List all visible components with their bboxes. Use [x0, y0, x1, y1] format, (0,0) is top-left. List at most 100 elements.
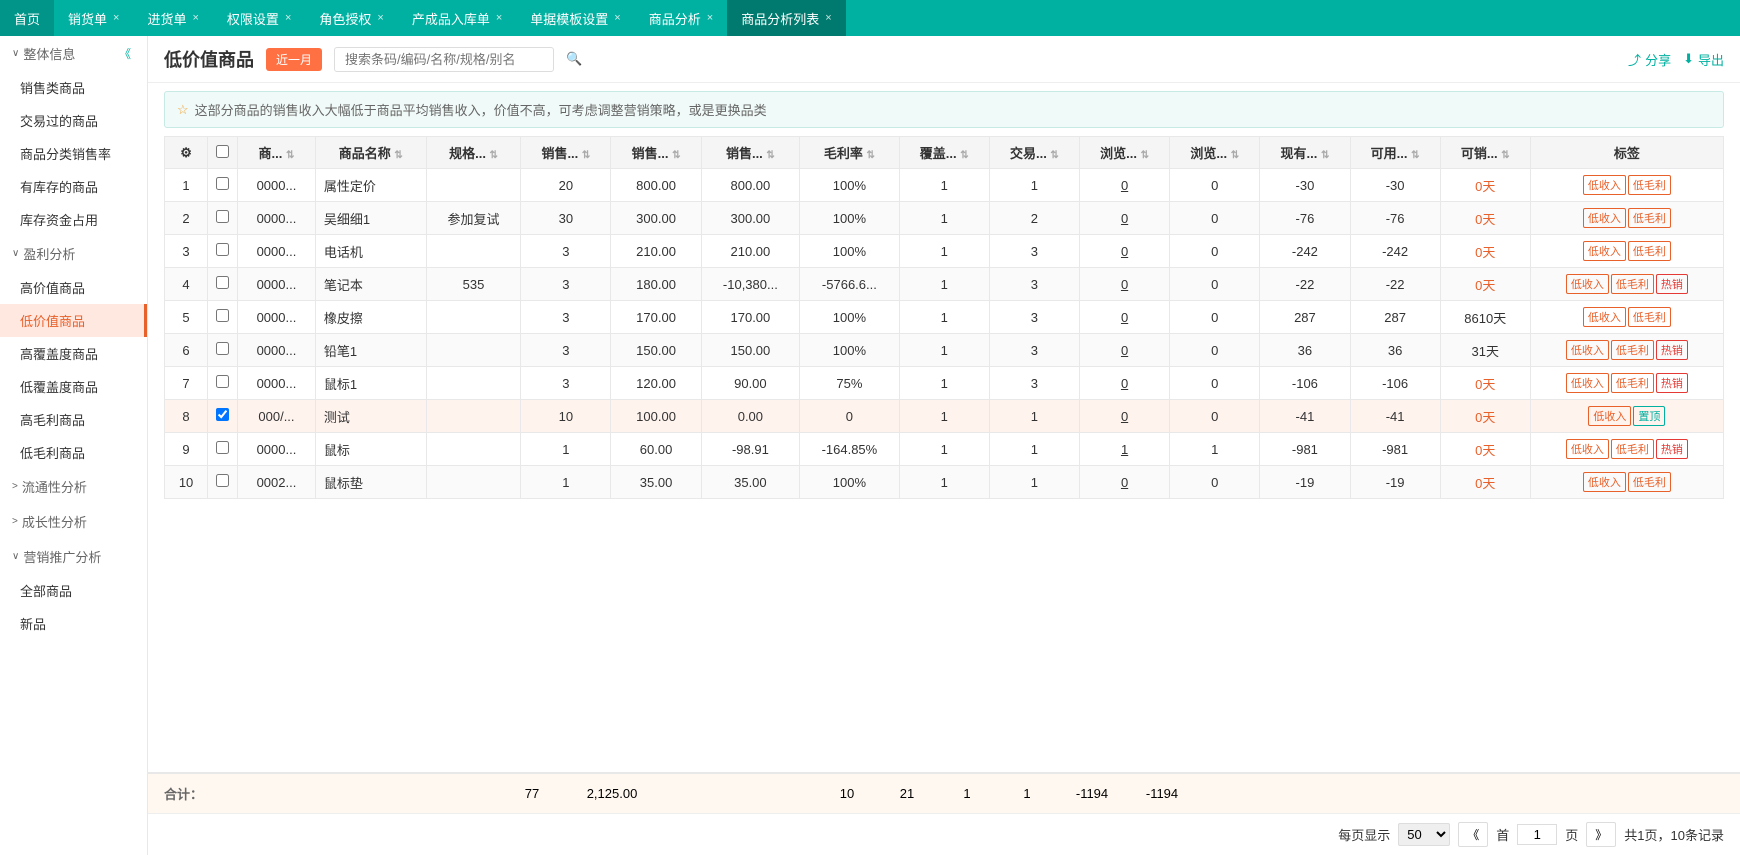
browse1-link[interactable]: 0 [1121, 277, 1128, 292]
close-icon[interactable]: × [707, 12, 713, 24]
nav-item-finished-goods[interactable]: 产成品入库单 × [398, 0, 516, 36]
page-input[interactable] [1517, 824, 1557, 845]
sidebar-collapse-btn[interactable]: 《 [115, 45, 135, 62]
nav-item-purchase[interactable]: 进货单 × [133, 0, 212, 36]
sidebar-item-low-coverage[interactable]: 低覆盖度商品 [0, 370, 147, 403]
th-saleable[interactable]: 可销... ⇅ [1440, 137, 1530, 169]
close-icon[interactable]: × [825, 12, 831, 24]
row-checkbox-cell[interactable] [208, 235, 238, 268]
sidebar-item-low-margin[interactable]: 低毛利商品 [0, 436, 147, 469]
select-all-checkbox[interactable] [216, 145, 229, 158]
th-available[interactable]: 可用... ⇅ [1350, 137, 1440, 169]
close-icon[interactable]: × [377, 12, 383, 24]
row-checkbox[interactable] [216, 243, 229, 256]
nav-item-permissions[interactable]: 权限设置 × [213, 0, 305, 36]
row-checkbox-cell[interactable] [208, 202, 238, 235]
row-browse1[interactable]: 0 [1079, 268, 1169, 301]
th-browse2[interactable]: 浏览... ⇅ [1170, 137, 1260, 169]
close-icon[interactable]: × [614, 12, 620, 24]
next-page-btn[interactable]: 》 [1586, 822, 1616, 847]
browse1-link[interactable]: 0 [1121, 343, 1128, 358]
filter-recent-month-btn[interactable]: 近一月 [266, 48, 322, 71]
row-checkbox[interactable] [216, 309, 229, 322]
nav-item-templates[interactable]: 单据模板设置 × [516, 0, 634, 36]
sidebar-group-flow[interactable]: > 流通性分析 [0, 469, 147, 504]
th-current[interactable]: 现有... ⇅ [1260, 137, 1350, 169]
row-checkbox[interactable] [216, 276, 229, 289]
row-checkbox-cell[interactable] [208, 301, 238, 334]
browse1-link[interactable]: 0 [1121, 409, 1128, 424]
row-checkbox-cell[interactable] [208, 334, 238, 367]
th-sale3[interactable]: 销售... ⇅ [701, 137, 800, 169]
browse1-link[interactable]: 0 [1121, 244, 1128, 259]
row-browse1[interactable]: 0 [1079, 301, 1169, 334]
sidebar-item-new-products[interactable]: 新品 [0, 607, 147, 640]
th-coverage[interactable]: 覆盖... ⇅ [899, 137, 989, 169]
th-settings[interactable]: ⚙ [165, 137, 208, 169]
th-sale1[interactable]: 销售... ⇅ [521, 137, 611, 169]
row-checkbox[interactable] [216, 474, 229, 487]
sidebar-item-category-sales[interactable]: 商品分类销售率 [0, 137, 147, 170]
row-checkbox-cell[interactable] [208, 268, 238, 301]
th-checkbox[interactable] [208, 137, 238, 169]
export-btn[interactable]: ⬇ 导出 [1683, 50, 1724, 69]
sidebar-item-low-value[interactable]: 低价值商品 [0, 304, 147, 337]
row-checkbox[interactable] [216, 408, 229, 421]
row-checkbox-cell[interactable] [208, 169, 238, 202]
sidebar-item-high-margin[interactable]: 高毛利商品 [0, 403, 147, 436]
row-checkbox-cell[interactable] [208, 400, 238, 433]
th-sale2[interactable]: 销售... ⇅ [611, 137, 701, 169]
sidebar-group-overall[interactable]: ∨ 整体信息 《 [0, 36, 147, 71]
sidebar-group-profit[interactable]: ∨ 盈利分析 [0, 236, 147, 271]
sidebar-group-marketing[interactable]: ∨ 营销推广分析 [0, 539, 147, 574]
row-browse1[interactable]: 0 [1079, 466, 1169, 499]
close-icon[interactable]: × [113, 12, 119, 24]
sidebar-item-inventory-products[interactable]: 有库存的商品 [0, 170, 147, 203]
close-icon[interactable]: × [285, 12, 291, 24]
th-code[interactable]: 商... ⇅ [238, 137, 316, 169]
row-checkbox-cell[interactable] [208, 466, 238, 499]
search-icon[interactable]: 🔍 [566, 51, 582, 67]
row-browse1[interactable]: 1 [1079, 433, 1169, 466]
browse1-link[interactable]: 0 [1121, 211, 1128, 226]
sidebar-item-sales-products[interactable]: 销售类商品 [0, 71, 147, 104]
sidebar-item-high-value[interactable]: 高价值商品 [0, 271, 147, 304]
row-browse1[interactable]: 0 [1079, 169, 1169, 202]
close-icon[interactable]: × [192, 12, 198, 24]
nav-item-product-analysis[interactable]: 商品分析 × [635, 0, 727, 36]
share-btn[interactable]: ⤴ 分享 [1628, 50, 1671, 69]
row-checkbox[interactable] [216, 375, 229, 388]
th-browse1[interactable]: 浏览... ⇅ [1079, 137, 1169, 169]
row-checkbox[interactable] [216, 210, 229, 223]
browse1-link[interactable]: 0 [1121, 376, 1128, 391]
sidebar-item-high-coverage[interactable]: 高覆盖度商品 [0, 337, 147, 370]
row-browse1[interactable]: 0 [1079, 235, 1169, 268]
nav-item-product-analysis-list[interactable]: 商品分析列表 × [727, 0, 845, 36]
browse1-link[interactable]: 0 [1121, 310, 1128, 325]
browse1-link[interactable]: 1 [1121, 442, 1128, 457]
th-margin[interactable]: 毛利率 ⇅ [800, 137, 900, 169]
nav-item-sales[interactable]: 销货单 × [54, 0, 133, 36]
nav-item-home[interactable]: 首页 [0, 0, 54, 36]
browse1-link[interactable]: 0 [1121, 178, 1128, 193]
row-browse1[interactable]: 0 [1079, 367, 1169, 400]
th-spec[interactable]: 规格... ⇅ [426, 137, 521, 169]
close-icon[interactable]: × [496, 12, 502, 24]
sidebar-item-all-products[interactable]: 全部商品 [0, 574, 147, 607]
row-checkbox[interactable] [216, 177, 229, 190]
row-checkbox[interactable] [216, 342, 229, 355]
row-checkbox-cell[interactable] [208, 433, 238, 466]
search-input[interactable] [334, 47, 554, 72]
prev-page-btn[interactable]: 《 [1458, 822, 1488, 847]
row-checkbox-cell[interactable] [208, 367, 238, 400]
sidebar-item-inventory-capital[interactable]: 库存资金占用 [0, 203, 147, 236]
nav-item-roles[interactable]: 角色授权 × [305, 0, 397, 36]
row-browse1[interactable]: 0 [1079, 334, 1169, 367]
per-page-select[interactable]: 50 100 200 [1398, 823, 1450, 846]
row-browse1[interactable]: 0 [1079, 202, 1169, 235]
sidebar-item-traded-products[interactable]: 交易过的商品 [0, 104, 147, 137]
th-trade[interactable]: 交易... ⇅ [989, 137, 1079, 169]
browse1-link[interactable]: 0 [1121, 475, 1128, 490]
row-checkbox[interactable] [216, 441, 229, 454]
sidebar-group-growth[interactable]: > 成长性分析 [0, 504, 147, 539]
